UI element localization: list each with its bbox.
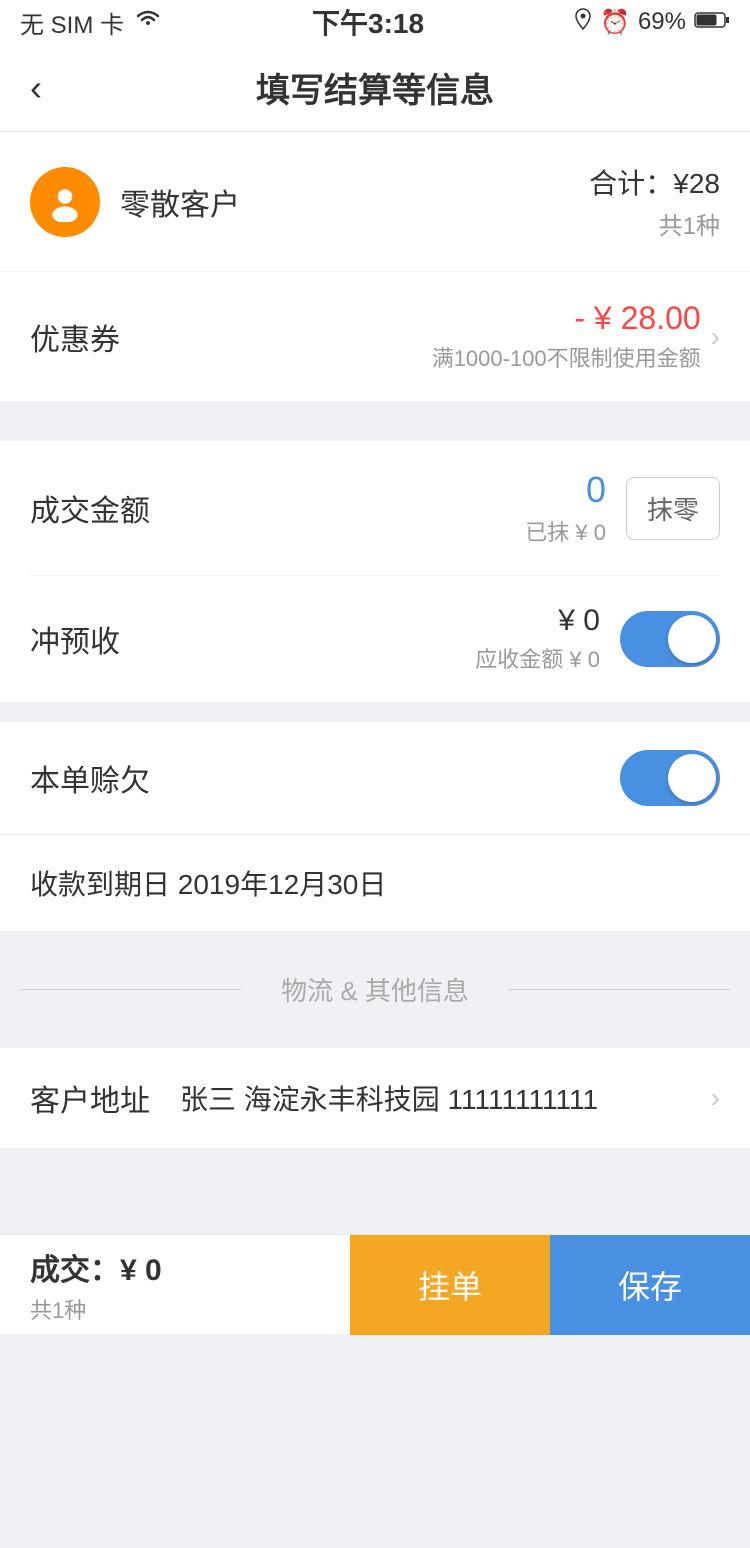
round-zero-button[interactable]: 抹零 — [626, 477, 720, 540]
section-divider-3 — [0, 931, 750, 951]
customer-right: 合计：¥28 共1种 — [589, 162, 720, 241]
due-date-row: 收款到期日 2019年12月30日 — [0, 834, 750, 931]
customer-name: 零散客户 — [120, 180, 240, 224]
sim-status: 无 SIM 卡 — [20, 5, 124, 40]
precollect-toggle[interactable] — [620, 611, 720, 667]
precollect-row: 冲预收 ¥ 0 应收金额 ¥ 0 — [30, 576, 720, 702]
battery-icon — [694, 8, 730, 36]
page-title: 填写结算等信息 — [256, 63, 494, 112]
coupon-desc: 满1000-100不限制使用金额 — [432, 341, 701, 373]
status-bar: 无 SIM 卡 下午3:18 ⏰ 69% — [0, 0, 750, 44]
bottom-info: 成交：¥ 0 共1种 — [0, 1245, 350, 1325]
address-value: 张三 海淀永丰科技园 11111111111 — [180, 1078, 711, 1118]
amount-section: 成交金额 0 已抹 ¥ 0 抹零 冲预收 ¥ 0 应收金额 ¥ 0 — [0, 441, 750, 702]
deal-amount-sub: 已抹 ¥ 0 — [525, 515, 606, 547]
section-divider-4 — [0, 1028, 750, 1048]
coupon-row[interactable]: 优惠券 - ¥ 28.00 满1000-100不限制使用金额 › — [0, 271, 750, 401]
bottom-deal-text: 成交：¥ 0 — [30, 1245, 320, 1289]
back-button[interactable]: ‹ — [30, 67, 42, 109]
content-area: 零散客户 合计：¥28 共1种 优惠券 - ¥ 28.00 满1000-100不… — [0, 132, 750, 1548]
deal-amount-label: 成交金额 — [30, 486, 150, 530]
toggle-knob — [668, 615, 716, 663]
bottom-deal-value: ¥ 0 — [120, 1254, 162, 1287]
precollect-label: 冲预收 — [30, 617, 120, 661]
credit-label: 本单赊欠 — [30, 756, 150, 800]
precollect-amount: ¥ 0 — [475, 604, 600, 638]
deal-amount-right: 0 已抹 ¥ 0 抹零 — [525, 469, 720, 547]
bottom-count: 共1种 — [30, 1293, 320, 1325]
save-button[interactable]: 保存 — [550, 1235, 750, 1335]
customer-row: 零散客户 合计：¥28 共1种 — [0, 132, 750, 271]
bottom-deal-label: 成交： — [30, 1254, 120, 1287]
credit-toggle[interactable] — [620, 750, 720, 806]
address-label: 客户地址 — [30, 1076, 150, 1120]
deal-amount-value-block: 0 已抹 ¥ 0 — [525, 469, 606, 547]
coupon-amount: - ¥ 28.00 — [432, 300, 701, 337]
precollect-value-block: ¥ 0 应收金额 ¥ 0 — [475, 604, 600, 674]
credit-toggle-knob — [668, 754, 716, 802]
status-left: 无 SIM 卡 — [20, 5, 162, 40]
alarm-icon: ⏰ — [600, 8, 630, 37]
customer-count: 共1种 — [589, 206, 720, 241]
logistics-divider-text: 物流 & 其他信息 — [281, 971, 469, 1008]
wifi-icon — [134, 8, 162, 36]
nav-bar: ‹ 填写结算等信息 — [0, 44, 750, 132]
customer-total: 合计：¥28 — [589, 162, 720, 202]
pending-button[interactable]: 挂单 — [350, 1235, 550, 1335]
bottom-bar: 成交：¥ 0 共1种 挂单 保存 — [0, 1234, 750, 1334]
divider-line-right — [509, 989, 730, 990]
logistics-divider: 物流 & 其他信息 — [0, 951, 750, 1028]
precollect-sub: 应收金额 ¥ 0 — [475, 642, 600, 674]
address-row[interactable]: 客户地址 张三 海淀永丰科技园 11111111111 › — [0, 1048, 750, 1148]
customer-avatar — [30, 167, 100, 237]
credit-section: 本单赊欠 — [0, 722, 750, 834]
coupon-right: - ¥ 28.00 满1000-100不限制使用金额 › — [432, 300, 720, 373]
location-icon — [574, 8, 592, 37]
coupon-chevron-icon: › — [711, 321, 720, 353]
due-date-text: 收款到期日 2019年12月30日 — [30, 869, 386, 900]
address-chevron-icon: › — [711, 1082, 720, 1114]
customer-left: 零散客户 — [30, 167, 240, 237]
coupon-value-block: - ¥ 28.00 满1000-100不限制使用金额 — [432, 300, 701, 373]
battery-text: 69% — [638, 8, 686, 36]
customer-section: 零散客户 合计：¥28 共1种 优惠券 - ¥ 28.00 满1000-100不… — [0, 132, 750, 401]
status-right: ⏰ 69% — [574, 8, 730, 37]
deal-amount-value: 0 — [525, 469, 606, 511]
section-divider-2 — [0, 702, 750, 722]
divider-line-left — [20, 989, 241, 990]
precollect-right: ¥ 0 应收金额 ¥ 0 — [475, 604, 720, 674]
deal-amount-row: 成交金额 0 已抹 ¥ 0 抹零 — [30, 441, 720, 576]
coupon-label: 优惠券 — [30, 315, 120, 359]
status-time: 下午3:18 — [312, 2, 424, 42]
section-divider-1 — [0, 421, 750, 441]
